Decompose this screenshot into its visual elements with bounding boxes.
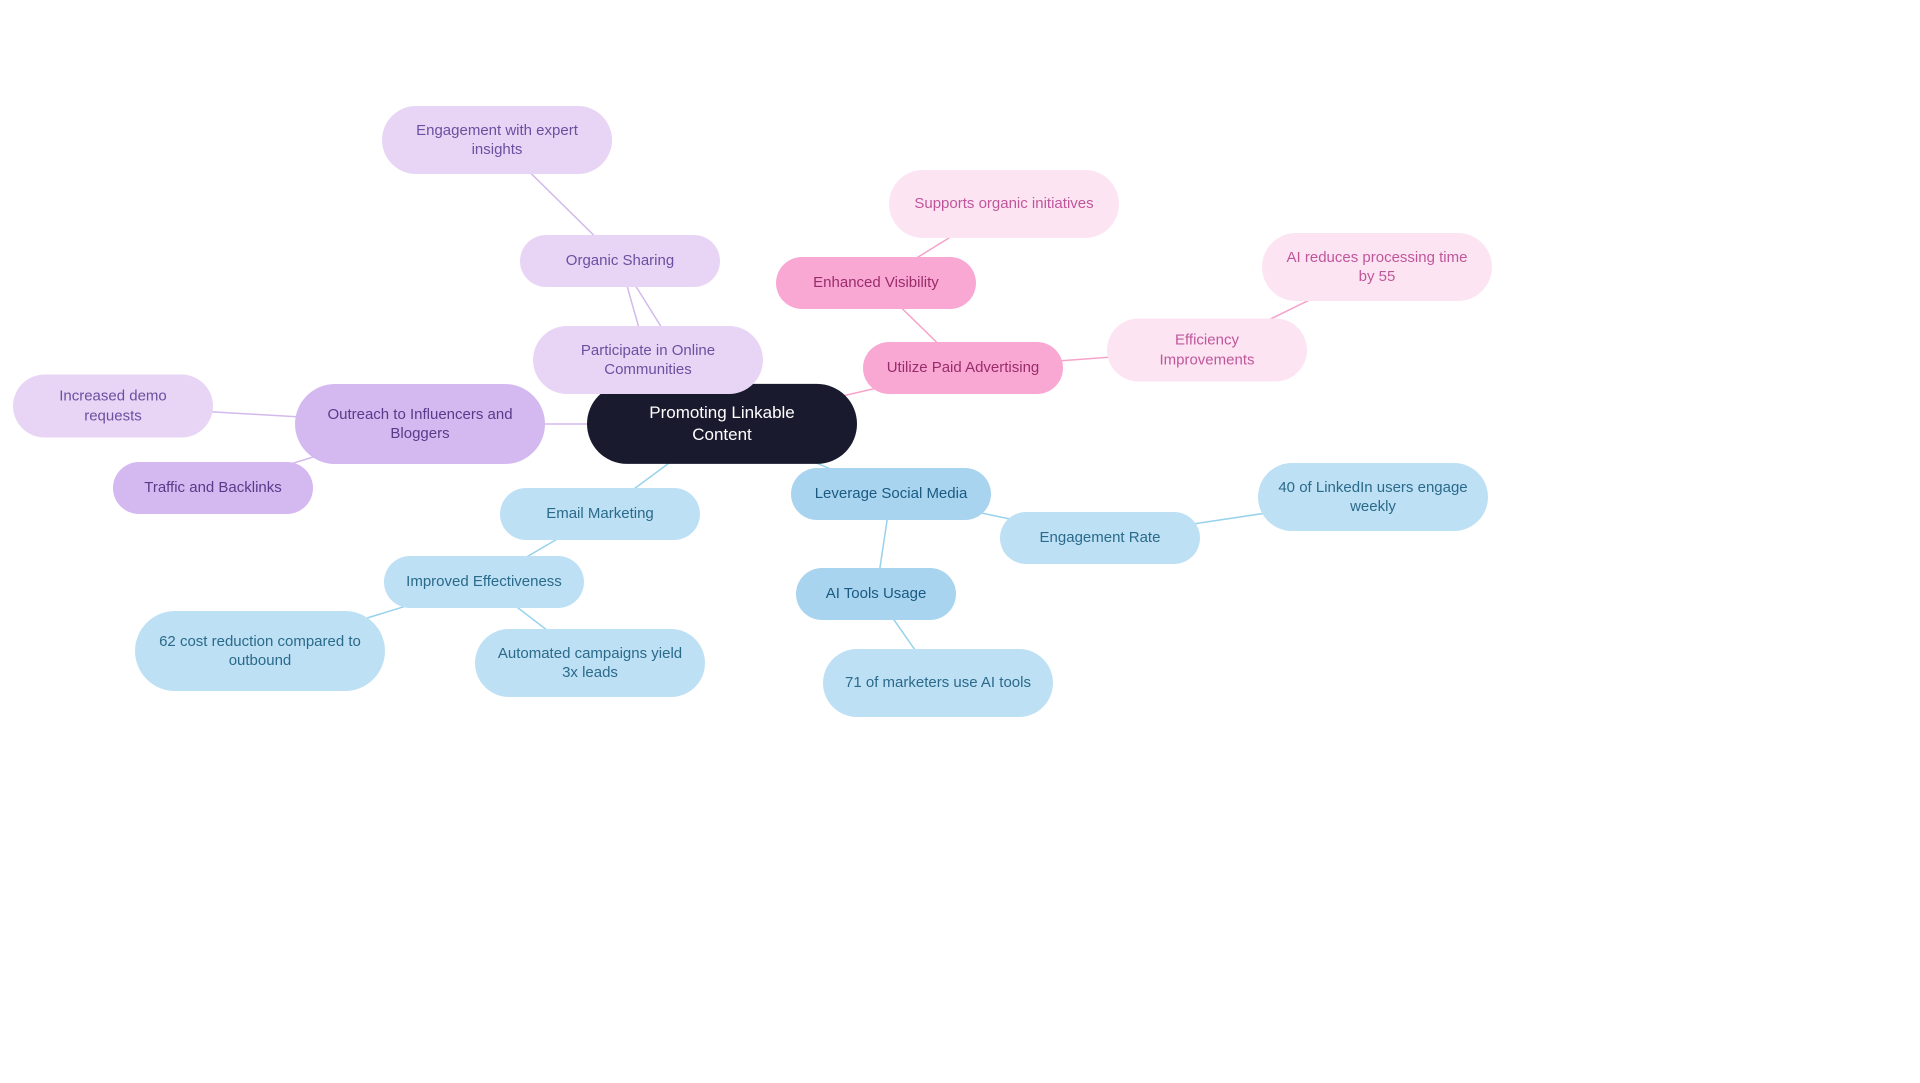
node-marketers-use[interactable]: 71 of marketers use AI tools bbox=[823, 649, 1053, 717]
node-cost-reduction[interactable]: 62 cost reduction compared to outbound bbox=[135, 611, 385, 691]
node-center[interactable]: Promoting Linkable Content bbox=[587, 384, 857, 464]
node-traffic-backlinks[interactable]: Traffic and Backlinks bbox=[113, 462, 313, 514]
connections-svg bbox=[0, 0, 1920, 1083]
node-organic-sharing[interactable]: Organic Sharing bbox=[520, 235, 720, 287]
node-ai-tools-usage[interactable]: AI Tools Usage bbox=[796, 568, 956, 620]
node-email-marketing[interactable]: Email Marketing bbox=[500, 488, 700, 540]
node-engagement-expert[interactable]: Engagement with expert insights bbox=[382, 106, 612, 174]
node-ai-reduces[interactable]: AI reduces processing time by 55 bbox=[1262, 233, 1492, 301]
node-outreach-influencers[interactable]: Outreach to Influencers and Bloggers bbox=[295, 384, 545, 464]
mind-map-container: Promoting Linkable Content Organic Sharin… bbox=[0, 0, 1920, 1083]
node-improved-effectiveness[interactable]: Improved Effectiveness bbox=[384, 556, 584, 608]
node-linkedin-users[interactable]: 40 of LinkedIn users engage weekly bbox=[1258, 463, 1488, 531]
node-increased-demo[interactable]: Increased demo requests bbox=[13, 375, 213, 438]
node-engagement-rate[interactable]: Engagement Rate bbox=[1000, 512, 1200, 564]
node-supports-organic[interactable]: Supports organic initiatives bbox=[889, 170, 1119, 238]
node-enhanced-visibility[interactable]: Enhanced Visibility bbox=[776, 257, 976, 309]
node-participate-online[interactable]: Participate in Online Communities bbox=[533, 326, 763, 394]
node-utilize-paid[interactable]: Utilize Paid Advertising bbox=[863, 342, 1063, 394]
node-efficiency-improvements[interactable]: Efficiency Improvements bbox=[1107, 319, 1307, 382]
node-leverage-social[interactable]: Leverage Social Media bbox=[791, 468, 991, 520]
node-automated-campaigns[interactable]: Automated campaigns yield 3x leads bbox=[475, 629, 705, 697]
